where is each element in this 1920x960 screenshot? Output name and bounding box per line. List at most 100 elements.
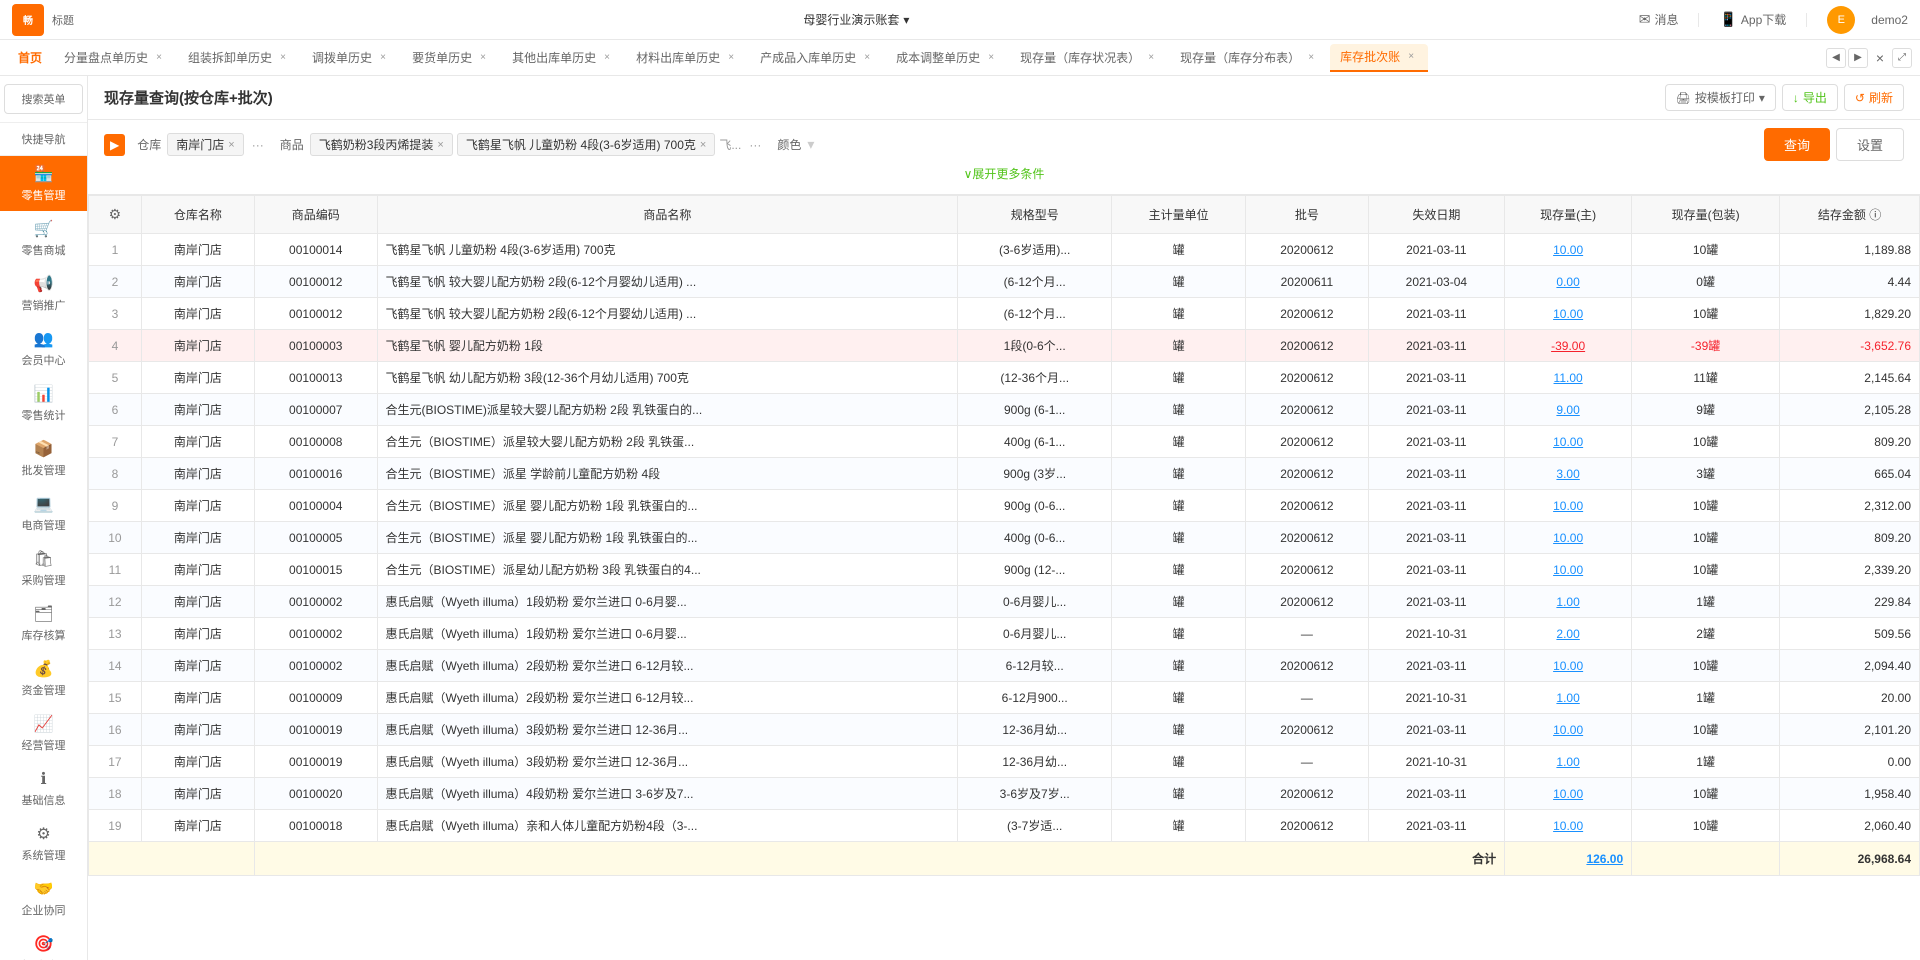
table-cell[interactable]: 10.00 bbox=[1505, 714, 1632, 746]
product-tag-1[interactable]: 飞鹤奶粉3段丙烯提装 × bbox=[310, 133, 453, 156]
nav-left-arrow[interactable]: ◀ bbox=[1826, 48, 1846, 68]
sidebar-item-purchase[interactable]: 🛍 采购管理 bbox=[0, 541, 87, 596]
sidebar-item-marketing[interactable]: 📢 营销推广 bbox=[0, 266, 87, 321]
table-cell[interactable]: 10.00 bbox=[1505, 298, 1632, 330]
table-cell[interactable]: 1.00 bbox=[1505, 746, 1632, 778]
sidebar-item-member[interactable]: 👥 会员中心 bbox=[0, 321, 87, 376]
tab-组装拆卸单历史[interactable]: 组装拆卸单历史 × bbox=[178, 44, 300, 72]
table-cell[interactable]: 1.00 bbox=[1505, 586, 1632, 618]
close-icon[interactable]: × bbox=[1304, 51, 1318, 65]
table-cell[interactable]: 10.00 bbox=[1505, 554, 1632, 586]
quick-nav-button[interactable]: 快捷导航 bbox=[0, 123, 87, 156]
close-icon[interactable]: × bbox=[152, 51, 166, 65]
tab-产成品入库单历史[interactable]: 产成品入库单历史 × bbox=[750, 44, 884, 72]
message-icon: ✉ bbox=[1639, 11, 1651, 28]
table-cell[interactable]: 10.00 bbox=[1505, 426, 1632, 458]
tab-分量盘点单历史[interactable]: 分量盘点单历史 × bbox=[54, 44, 176, 72]
product-tag-2[interactable]: 飞鹤星飞帆 儿童奶粉 4段(3-6岁适用) 700克 × bbox=[457, 133, 715, 156]
sidebar-item-business[interactable]: 📈 经营管理 bbox=[0, 706, 87, 761]
close-icon[interactable]: × bbox=[600, 51, 614, 65]
sidebar-item-finance[interactable]: 💰 资金管理 bbox=[0, 651, 87, 706]
search-button[interactable]: 搜索英单 bbox=[4, 84, 83, 114]
sidebar-item-base-info[interactable]: ℹ 基础信息 bbox=[0, 761, 87, 816]
table-cell[interactable]: 10.00 bbox=[1505, 522, 1632, 554]
table-cell: -39罐 bbox=[1632, 330, 1780, 362]
tab-现存量库存分布表[interactable]: 现存量（库存分布表） × bbox=[1170, 44, 1328, 72]
table-cell: 罐 bbox=[1112, 266, 1246, 298]
table-cell[interactable]: 0.00 bbox=[1505, 266, 1632, 298]
product-ellipsis[interactable]: ··· bbox=[745, 136, 765, 154]
expand-button[interactable]: ▶ bbox=[104, 134, 125, 156]
table-cell: 809.20 bbox=[1780, 522, 1920, 554]
table-cell: 惠氏启赋（Wyeth illuma）1段奶粉 爱尔兰进口 0-6月婴... bbox=[377, 586, 958, 618]
gear-icon: ⚙ bbox=[109, 206, 122, 222]
message-button[interactable]: ✉ 消息 bbox=[1639, 11, 1679, 28]
table-cell[interactable]: 10.00 bbox=[1505, 810, 1632, 842]
remove-product-2-icon[interactable]: × bbox=[700, 139, 706, 151]
tab-库存批次账[interactable]: 库存批次账 × bbox=[1330, 44, 1428, 72]
product-tag-2-value: 飞鹤星飞帆 儿童奶粉 4段(3-6岁适用) 700克 bbox=[466, 136, 696, 153]
warehouse-ellipsis[interactable]: ··· bbox=[248, 136, 268, 154]
query-button[interactable]: 查询 bbox=[1764, 128, 1830, 161]
sidebar-item-ecommerce[interactable]: 💻 电商管理 bbox=[0, 486, 87, 541]
table-cell[interactable]: 2.00 bbox=[1505, 618, 1632, 650]
table-cell[interactable]: 9.00 bbox=[1505, 394, 1632, 426]
table-cell[interactable]: 10.00 bbox=[1505, 490, 1632, 522]
table-cell[interactable]: 11.00 bbox=[1505, 362, 1632, 394]
tab-home[interactable]: 首页 bbox=[8, 44, 52, 72]
table-cell: 罐 bbox=[1112, 586, 1246, 618]
close-icon[interactable]: × bbox=[476, 51, 490, 65]
table-cell: 2021-10-31 bbox=[1368, 618, 1504, 650]
restore-button[interactable]: ⤢ bbox=[1892, 48, 1912, 68]
tab-调拨单历史[interactable]: 调拨单历史 × bbox=[302, 44, 400, 72]
table-cell[interactable]: 10.00 bbox=[1505, 234, 1632, 266]
table-cell[interactable]: -39.00 bbox=[1505, 330, 1632, 362]
sidebar-item-system[interactable]: ⚙ 系统管理 bbox=[0, 816, 87, 871]
sidebar-item-wholesale[interactable]: 📦 批发管理 bbox=[0, 431, 87, 486]
tab-其他出库单历史[interactable]: 其他出库单历史 × bbox=[502, 44, 624, 72]
avatar[interactable]: E bbox=[1827, 6, 1855, 34]
expand-more-conditions[interactable]: ∨ 展开更多条件 bbox=[104, 161, 1904, 186]
settings-button[interactable]: 设置 bbox=[1836, 128, 1904, 161]
close-icon[interactable]: × bbox=[376, 51, 390, 65]
table-cell[interactable]: 10.00 bbox=[1505, 650, 1632, 682]
table-cell[interactable]: 1.00 bbox=[1505, 682, 1632, 714]
color-dropdown-icon[interactable]: ▾ bbox=[807, 136, 814, 153]
sidebar-item-retail-management[interactable]: 🏪 零售管理 bbox=[0, 156, 87, 211]
close-icon[interactable]: × bbox=[984, 51, 998, 65]
table-cell: 2021-03-11 bbox=[1368, 362, 1504, 394]
table-cell: 2,312.00 bbox=[1780, 490, 1920, 522]
col-settings[interactable]: ⚙ bbox=[89, 196, 142, 234]
remove-warehouse-icon[interactable]: × bbox=[228, 139, 234, 151]
tab-要货单历史[interactable]: 要货单历史 × bbox=[402, 44, 500, 72]
refresh-button[interactable]: ↺ 刷新 bbox=[1844, 84, 1904, 111]
sidebar-item-inventory[interactable]: 🗂 库存核算 bbox=[0, 596, 87, 651]
tab-现存量库存状况表[interactable]: 现存量（库存状况表） × bbox=[1010, 44, 1168, 72]
table-cell: — bbox=[1246, 746, 1369, 778]
table-cell: 合生元（BIOSTIME）派星 婴儿配方奶粉 1段 乳铁蛋白的... bbox=[377, 490, 958, 522]
table-cell: 20200612 bbox=[1246, 426, 1369, 458]
nav-right-arrow[interactable]: ▶ bbox=[1848, 48, 1868, 68]
warehouse-tag[interactable]: 南岸门店 × bbox=[167, 133, 243, 156]
tab-材料出库单历史[interactable]: 材料出库单历史 × bbox=[626, 44, 748, 72]
close-icon[interactable]: × bbox=[1404, 50, 1418, 64]
table-cell: 2021-03-11 bbox=[1368, 714, 1504, 746]
tab-成本调整单历史[interactable]: 成本调整单历史 × bbox=[886, 44, 1008, 72]
print-button[interactable]: 🖨 按模板打印 ▾ bbox=[1665, 84, 1776, 111]
footer-total-qty[interactable]: 126.00 bbox=[1505, 842, 1632, 876]
sidebar-item-retail-shop[interactable]: 🛒 零售商城 bbox=[0, 211, 87, 266]
close-icon[interactable]: × bbox=[860, 51, 874, 65]
sidebar-item-retail-stats[interactable]: 📊 零售统计 bbox=[0, 376, 87, 431]
sidebar-item-newbie[interactable]: 🎯 新手引导 bbox=[0, 926, 87, 960]
app-download-button[interactable]: 📱 App下载 bbox=[1719, 11, 1786, 28]
table-cell[interactable]: 3.00 bbox=[1505, 458, 1632, 490]
export-button[interactable]: ↓ 导出 bbox=[1782, 84, 1838, 111]
close-icon[interactable]: × bbox=[724, 51, 738, 65]
breadcrumb-dropdown[interactable]: 母婴行业演示账套 ▾ bbox=[803, 11, 909, 28]
close-icon[interactable]: × bbox=[276, 51, 290, 65]
table-cell[interactable]: 10.00 bbox=[1505, 778, 1632, 810]
close-all-button[interactable]: × bbox=[1870, 48, 1890, 68]
close-icon[interactable]: × bbox=[1144, 51, 1158, 65]
remove-product-1-icon[interactable]: × bbox=[437, 139, 443, 151]
sidebar-item-collab[interactable]: 🤝 企业协同 bbox=[0, 871, 87, 926]
